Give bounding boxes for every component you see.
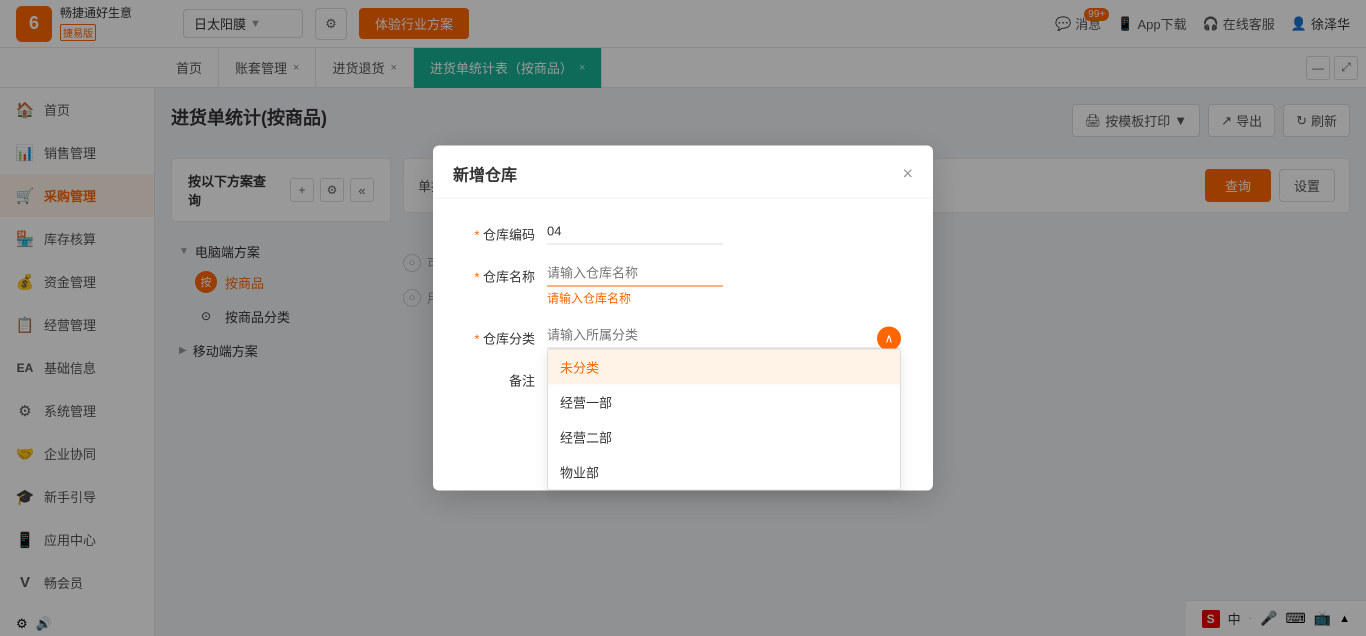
name-field-row: 仓库名称 请输入仓库名称: [465, 261, 901, 307]
dropdown-item-ops2[interactable]: 经营二部: [548, 420, 900, 455]
add-warehouse-modal: 新增仓库 × 仓库编码 仓库名称 请输入仓库名称 仓库分类: [433, 146, 933, 491]
classify-input[interactable]: [547, 323, 901, 349]
modal-close-button[interactable]: ×: [902, 165, 913, 183]
name-input[interactable]: [547, 261, 723, 287]
name-label: 仓库名称: [465, 261, 535, 286]
dropdown-item-property[interactable]: 物业部: [548, 455, 900, 490]
classify-toggle-button[interactable]: ∧: [877, 327, 901, 351]
dropdown-item-ops1[interactable]: 经营一部: [548, 385, 900, 420]
classify-label: 仓库分类: [465, 323, 535, 348]
classify-field-row: 仓库分类 ∧ 未分类 经营一部 经营二部 物业部: [465, 323, 901, 349]
name-error-message: 请输入仓库名称: [547, 290, 901, 307]
modal-header: 新增仓库 ×: [433, 146, 933, 199]
code-field-row: 仓库编码: [465, 219, 901, 245]
classify-dropdown: 未分类 经营一部 经营二部 物业部: [547, 349, 901, 491]
notes-label: 备注: [465, 365, 535, 390]
modal-title: 新增仓库: [453, 162, 517, 186]
classify-wrapper: ∧ 未分类 经营一部 经营二部 物业部: [547, 323, 901, 349]
dropdown-item-uncategorized[interactable]: 未分类: [548, 350, 900, 385]
code-label: 仓库编码: [465, 219, 535, 244]
modal-body: 仓库编码 仓库名称 请输入仓库名称 仓库分类 ∧: [433, 199, 933, 427]
code-input[interactable]: [547, 219, 723, 245]
